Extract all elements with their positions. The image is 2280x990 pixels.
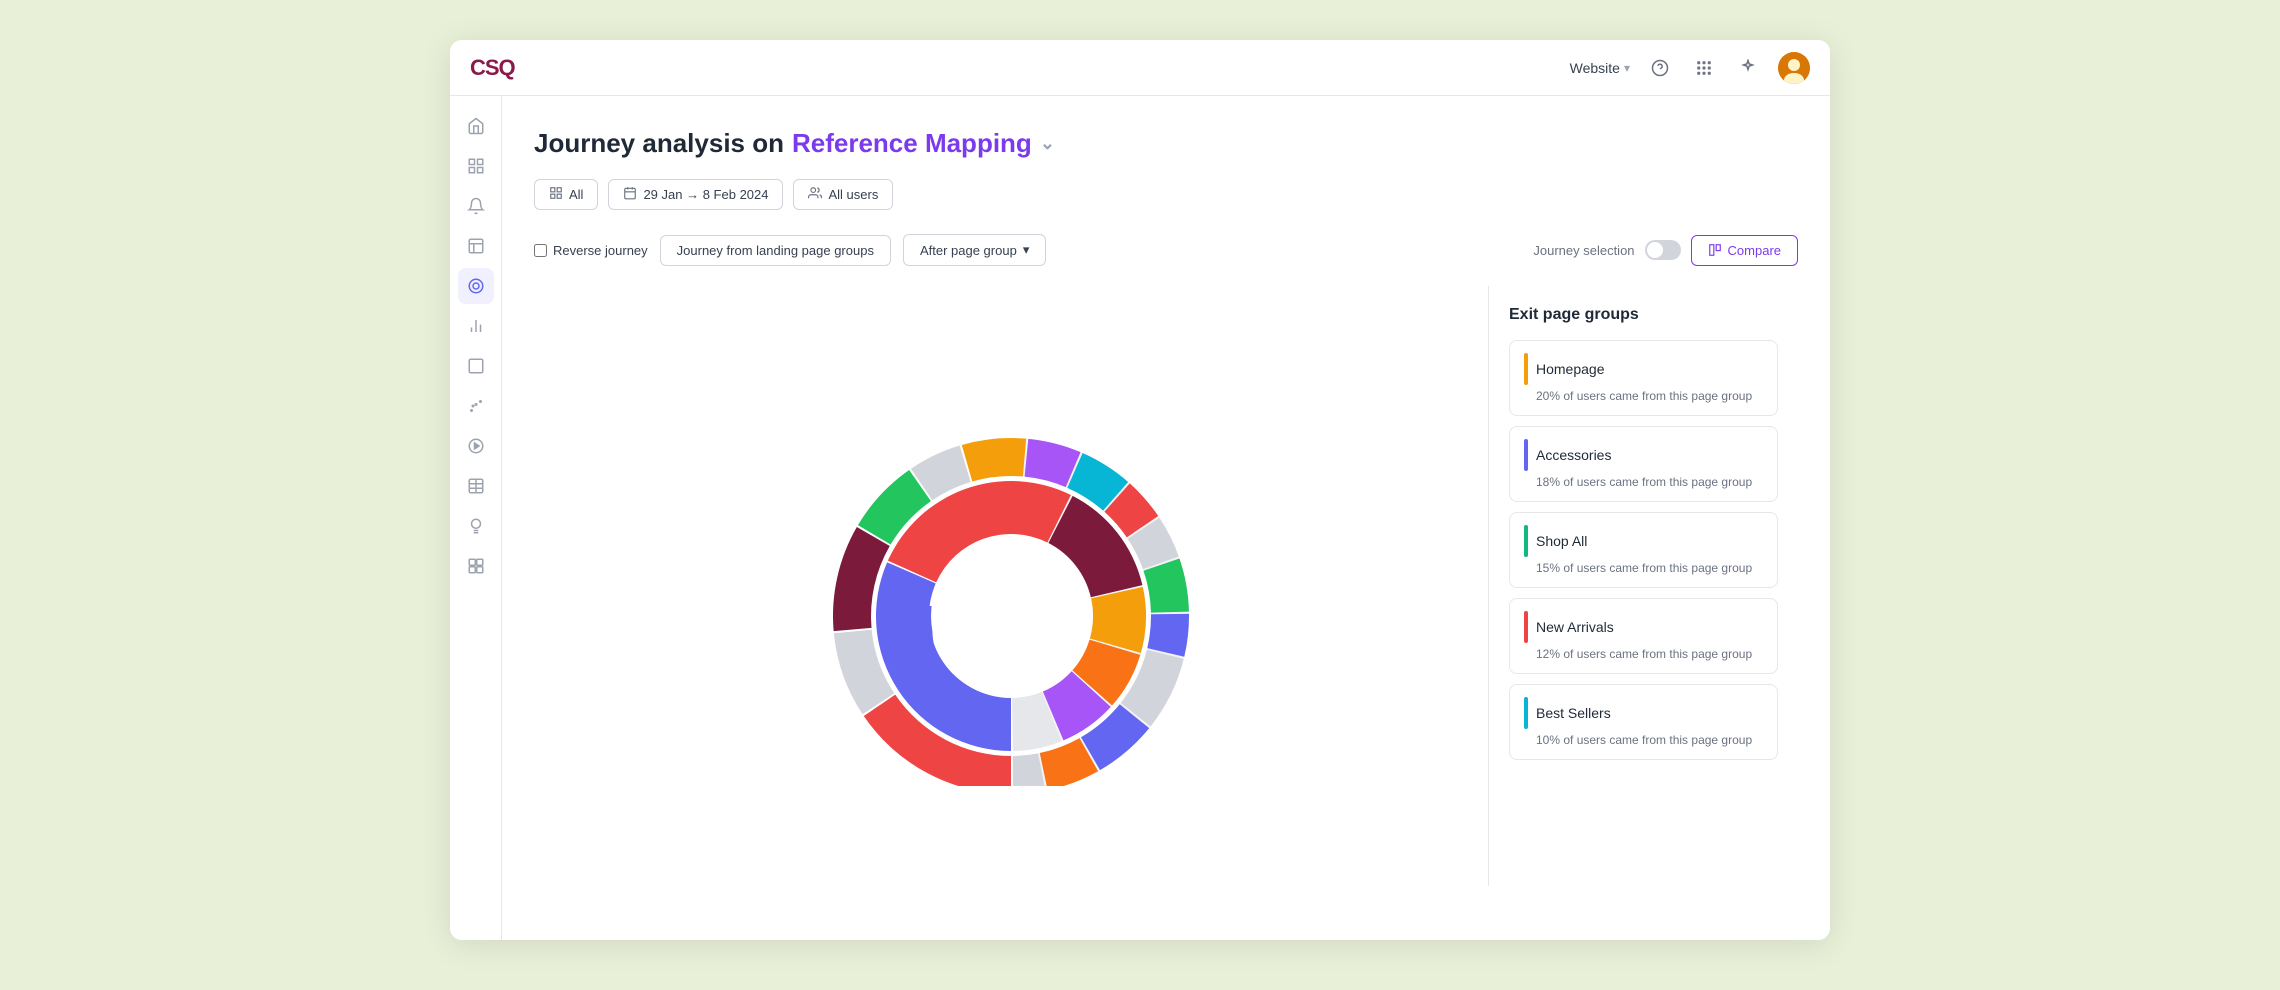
sidebar-item-barchart[interactable] [458, 308, 494, 344]
all-label: All [569, 187, 583, 202]
sidebar-item-scatter[interactable] [458, 388, 494, 424]
exit-item-desc: 10% of users came from this page group [1536, 733, 1763, 747]
sidebar-item-journey[interactable] [458, 268, 494, 304]
journey-selection-label: Journey selection [1533, 243, 1634, 258]
journey-selection: Journey selection Compare [1533, 235, 1798, 266]
date-filter-button[interactable]: 29 Jan → 8 Feb 2024 [608, 179, 783, 210]
compare-label: Compare [1728, 243, 1781, 258]
main-content: Journey analysis on Reference Mapping ⌄ … [502, 96, 1830, 940]
sidebar-item-lightbulb[interactable] [458, 508, 494, 544]
sidebar-item-play[interactable] [458, 428, 494, 464]
header: CSQ Website ▾ [450, 40, 1830, 96]
calendar-icon [623, 186, 637, 203]
avatar[interactable] [1778, 52, 1810, 84]
exit-item-desc: 20% of users came from this page group [1536, 389, 1763, 403]
exit-item[interactable]: Best Sellers 10% of users came from this… [1509, 684, 1778, 760]
compare-button[interactable]: Compare [1691, 235, 1798, 266]
grid-icon[interactable] [1690, 54, 1718, 82]
filter-bar: All 29 Jan → 8 Feb 2024 All users [534, 179, 1798, 210]
reverse-journey-input[interactable] [534, 244, 547, 257]
page-title: Journey analysis on Reference Mapping ⌄ [534, 128, 1798, 159]
sidebar-item-layout[interactable] [458, 228, 494, 264]
exit-item-desc: 15% of users came from this page group [1536, 561, 1763, 575]
exit-item-desc: 12% of users came from this page group [1536, 647, 1763, 661]
donut-chart [534, 286, 1488, 886]
all-filter-button[interactable]: All [534, 179, 598, 210]
sidebar-item-home[interactable] [458, 108, 494, 144]
logo: CSQ [470, 55, 515, 81]
after-page-label: After page group [920, 243, 1017, 258]
right-panel: Exit page groups Homepage 20% of users c… [1488, 286, 1798, 886]
journey-selection-toggle[interactable] [1645, 240, 1681, 260]
sidebar-item-grid2[interactable] [458, 548, 494, 584]
title-accent: Reference Mapping [792, 128, 1032, 159]
exit-item-desc: 18% of users came from this page group [1536, 475, 1763, 489]
exit-item[interactable]: New Arrivals 12% of users came from this… [1509, 598, 1778, 674]
help-icon[interactable] [1646, 54, 1674, 82]
exit-item[interactable]: Homepage 20% of users came from this pag… [1509, 340, 1778, 416]
exit-item-name: Best Sellers [1536, 705, 1611, 721]
title-chevron-icon[interactable]: ⌄ [1040, 133, 1055, 154]
exit-item-name: Accessories [1536, 447, 1611, 463]
website-label: Website [1570, 60, 1620, 76]
sidebar-item-dashboard[interactable] [458, 148, 494, 184]
users-filter-button[interactable]: All users [793, 179, 893, 210]
users-label: All users [828, 187, 878, 202]
all-icon [549, 186, 563, 203]
donut-svg [811, 386, 1211, 786]
controls-row: Reverse journey Journey from landing pag… [534, 234, 1798, 266]
sidebar [450, 96, 502, 940]
exit-item[interactable]: Shop All 15% of users came from this pag… [1509, 512, 1778, 588]
journey-from-button[interactable]: Journey from landing page groups [660, 235, 891, 266]
header-right: Website ▾ [1570, 52, 1810, 84]
exit-item-name: Shop All [1536, 533, 1587, 549]
journey-from-label: Journey from landing page groups [677, 243, 874, 258]
after-page-button[interactable]: After page group ▾ [903, 234, 1046, 266]
exit-item-name: New Arrivals [1536, 619, 1614, 635]
chevron-down-icon: ▾ [1624, 61, 1630, 75]
app-window: CSQ Website ▾ [450, 40, 1830, 940]
reverse-journey-label: Reverse journey [553, 243, 648, 258]
chart-segment[interactable] [962, 438, 1026, 481]
date-label: 29 Jan → 8 Feb 2024 [643, 187, 768, 202]
users-icon [808, 186, 822, 203]
exit-item[interactable]: Accessories 18% of users came from this … [1509, 426, 1778, 502]
website-selector[interactable]: Website ▾ [1570, 60, 1630, 76]
chart-area: Exit page groups Homepage 20% of users c… [534, 286, 1798, 886]
sidebar-item-notifications[interactable] [458, 188, 494, 224]
exit-items-container: Homepage 20% of users came from this pag… [1509, 340, 1778, 760]
title-static: Journey analysis on [534, 128, 784, 159]
sidebar-item-table[interactable] [458, 468, 494, 504]
sidebar-item-page[interactable] [458, 348, 494, 384]
layout: Journey analysis on Reference Mapping ⌄ … [450, 96, 1830, 940]
dropdown-icon: ▾ [1023, 242, 1030, 258]
exit-item-name: Homepage [1536, 361, 1605, 377]
panel-title: Exit page groups [1509, 306, 1778, 324]
magic-icon[interactable] [1734, 54, 1762, 82]
reverse-journey-checkbox[interactable]: Reverse journey [534, 243, 648, 258]
